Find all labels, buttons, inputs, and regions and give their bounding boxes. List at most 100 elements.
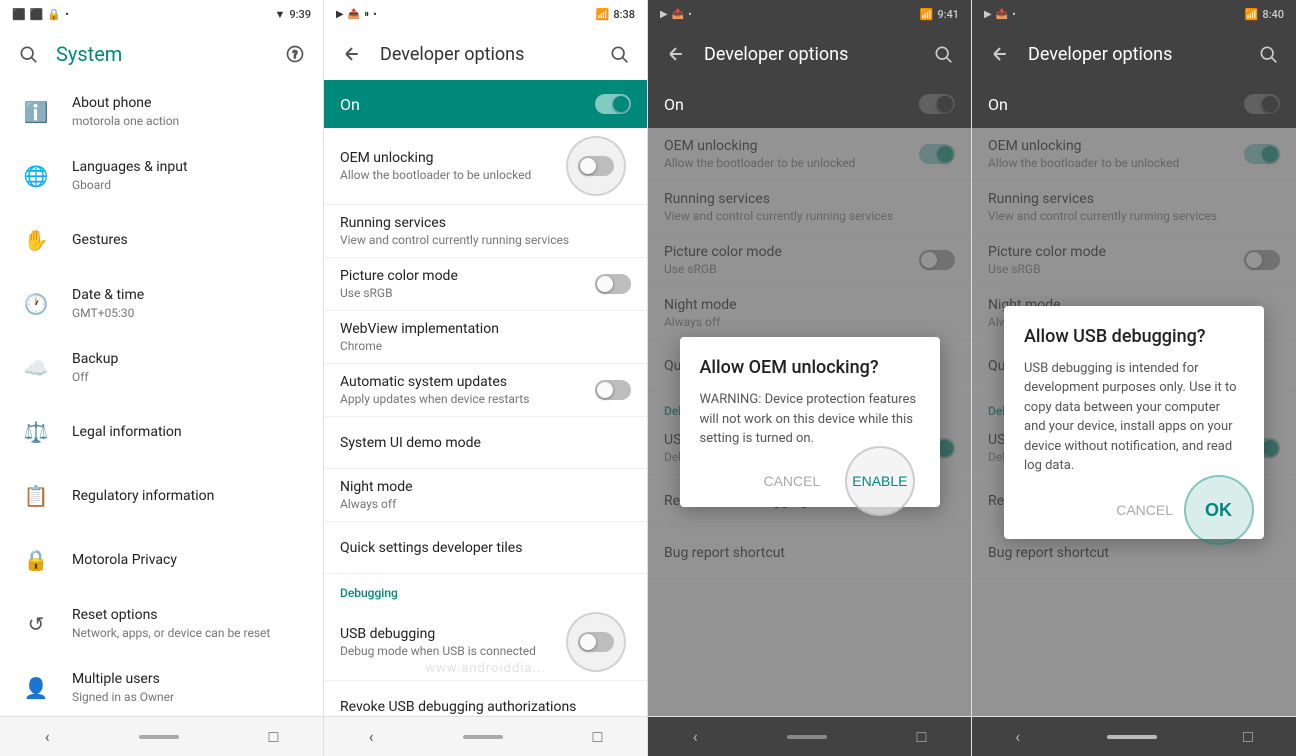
regulatory-content: Regulatory information [72, 487, 307, 505]
dev-on-bar-mid: On [324, 80, 647, 128]
debugging-header-mid: Debugging [324, 574, 647, 604]
dev-item-autoupdate-mid[interactable]: Automatic system updates Apply updates w… [324, 364, 647, 417]
nav-recents-r1[interactable]: □ [917, 727, 927, 747]
usb-dialog-title: Allow USB debugging? [1024, 326, 1244, 347]
usb-dialog-body: USB debugging is intended for developmen… [1024, 359, 1244, 476]
setting-regulatory[interactable]: 📋 Regulatory information [0, 464, 323, 528]
setting-gestures[interactable]: ✋ Gestures [0, 208, 323, 272]
time-mid: 8:38 [613, 8, 635, 21]
nav-bar-r2: ‹ □ [972, 716, 1296, 756]
dev-item-running-mid[interactable]: Running services View and control curren… [324, 205, 647, 258]
status-bar-mid: ▶ 📤 ⏸ • 📶 8:38 [324, 0, 647, 28]
dev-back-btn-mid[interactable] [340, 42, 364, 66]
panel-developer-mid: ▶ 📤 ⏸ • 📶 8:38 Developer options On OEM … [324, 0, 648, 756]
usb-cancel-btn[interactable]: Cancel [1104, 492, 1185, 529]
status-bar-left: ⬛ ⬛ 🔒 • ▼ 9:39 [0, 0, 323, 28]
nav-recents-btn[interactable]: □ [269, 727, 279, 747]
dev-item-night-mid[interactable]: Night mode Always off [324, 469, 647, 522]
legal-content: Legal information [72, 423, 307, 441]
usb-toggle-mid[interactable] [578, 632, 614, 652]
datetime-icon: 🕐 [16, 284, 56, 324]
time-left: 9:39 [289, 8, 311, 21]
setting-reset[interactable]: ↺ Reset options Network, apps, or device… [0, 592, 323, 656]
setting-about-phone[interactable]: ℹ️ About phone motorola one action [0, 80, 323, 144]
dev-back-btn-r1[interactable] [664, 42, 688, 66]
dev-search-btn-r2[interactable] [1256, 42, 1280, 66]
dev-on-toggle-r2[interactable] [1244, 94, 1280, 114]
running-content-mid: Running services View and control curren… [340, 215, 631, 247]
nav-home-r2 [1107, 735, 1157, 739]
oem-dialog-body: WARNING: Device protection features will… [700, 390, 920, 449]
languages-content: Languages & input Gboard [72, 158, 307, 194]
nav-bar-left: ‹ □ [0, 716, 323, 756]
dev-search-btn-r1[interactable] [931, 42, 955, 66]
usb-title-mid: USB debugging [340, 626, 561, 642]
setting-datetime[interactable]: 🕐 Date & time GMT+05:30 [0, 272, 323, 336]
time-r1: 9:41 [937, 8, 959, 21]
quicksettings-content-mid: Quick settings developer tiles [340, 540, 631, 556]
wifi-r1-icon: 📶 [920, 8, 934, 21]
usb-subtitle-mid: Debug mode when USB is connected [340, 644, 561, 658]
reset-title: Reset options [72, 606, 307, 624]
dev-on-toggle-mid[interactable] [595, 94, 631, 114]
pause-icon-mid: ⏸ [364, 9, 369, 20]
dot-mid: • [373, 8, 377, 21]
nav-back-r1[interactable]: ‹ [693, 727, 698, 746]
dev-item-demo-mid[interactable]: System UI demo mode [324, 417, 647, 469]
developer-list-r2: OEM unlocking Allow the bootloader to be… [972, 128, 1296, 716]
dev-back-btn-r2[interactable] [988, 42, 1012, 66]
languages-subtitle: Gboard [72, 178, 307, 194]
users-icon: 👤 [16, 668, 56, 708]
picture-subtitle-mid: Use sRGB [340, 286, 595, 300]
nav-back-btn[interactable]: ‹ [45, 727, 50, 746]
setting-users[interactable]: 👤 Multiple users Signed in as Owner [0, 656, 323, 716]
oem-dialog-actions: Cancel Enable [700, 465, 920, 497]
oem-enable-btn[interactable]: Enable [840, 465, 919, 497]
wifi-icon: ▼ [274, 8, 285, 21]
users-content: Multiple users Signed in as Owner [72, 670, 307, 706]
status-right-left: ▼ 9:39 [274, 8, 311, 21]
usb-content-mid: USB debugging Debug mode when USB is con… [340, 626, 561, 658]
dev-item-usb-mid[interactable]: USB debugging Debug mode when USB is con… [324, 604, 647, 681]
oem-cancel-btn[interactable]: Cancel [751, 465, 832, 497]
dev-title-mid: Developer options [380, 44, 591, 65]
users-title: Multiple users [72, 670, 307, 688]
oem-toggle-mid[interactable] [578, 156, 614, 176]
setting-motorola-privacy[interactable]: 🔒 Motorola Privacy [0, 528, 323, 592]
picture-toggle-mid[interactable] [595, 274, 631, 294]
svg-text:?: ? [293, 50, 298, 61]
setting-backup[interactable]: ☁️ Backup Off [0, 336, 323, 400]
status-right-r1: 📶 9:41 [920, 8, 959, 21]
nav-back-mid[interactable]: ‹ [369, 727, 374, 746]
lock-icon: 🔒 [47, 8, 61, 21]
dev-on-label-r2: On [988, 95, 1008, 114]
nav-recents-r2[interactable]: □ [1243, 727, 1253, 747]
system-search-btn[interactable] [16, 42, 40, 66]
nav-back-r2[interactable]: ‹ [1015, 727, 1020, 746]
dev-item-picture-mid[interactable]: Picture color mode Use sRGB [324, 258, 647, 311]
oem-circle-highlight [566, 136, 626, 196]
dev-search-btn-mid[interactable] [607, 42, 631, 66]
developer-list-r1: OEM unlocking Allow the bootloader to be… [648, 128, 971, 716]
status-bar-r1: ▶ 📤 • 📶 9:41 [648, 0, 971, 28]
system-title: System [56, 42, 267, 66]
dev-item-quicksettings-mid[interactable]: Quick settings developer tiles [324, 522, 647, 574]
setting-legal[interactable]: ⚖️ Legal information [0, 400, 323, 464]
dev-on-toggle-r1[interactable] [919, 94, 955, 114]
backup-content: Backup Off [72, 350, 307, 386]
panel-developer-right1: ▶ 📤 • 📶 9:41 Developer options On OEM un… [648, 0, 972, 756]
notification2-icon: ⬛ [30, 8, 44, 21]
autoupdate-toggle-mid[interactable] [595, 380, 631, 400]
quicksettings-title-mid: Quick settings developer tiles [340, 540, 631, 556]
setting-languages[interactable]: 🌐 Languages & input Gboard [0, 144, 323, 208]
dev-item-oem-mid[interactable]: OEM unlocking Allow the bootloader to be… [324, 128, 647, 205]
nav-recents-mid[interactable]: □ [593, 727, 603, 747]
usb-thumb-mid [580, 634, 596, 650]
dot-r1: • [688, 8, 692, 21]
dev-title-r2: Developer options [1028, 44, 1240, 65]
regulatory-icon: 📋 [16, 476, 56, 516]
system-help-btn[interactable]: ? [283, 42, 307, 66]
usb-ok-btn[interactable]: OK [1193, 492, 1244, 529]
dev-item-revoke-mid[interactable]: Revoke USB debugging authorizations [324, 681, 647, 716]
dev-item-webview-mid[interactable]: WebView implementation Chrome [324, 311, 647, 364]
